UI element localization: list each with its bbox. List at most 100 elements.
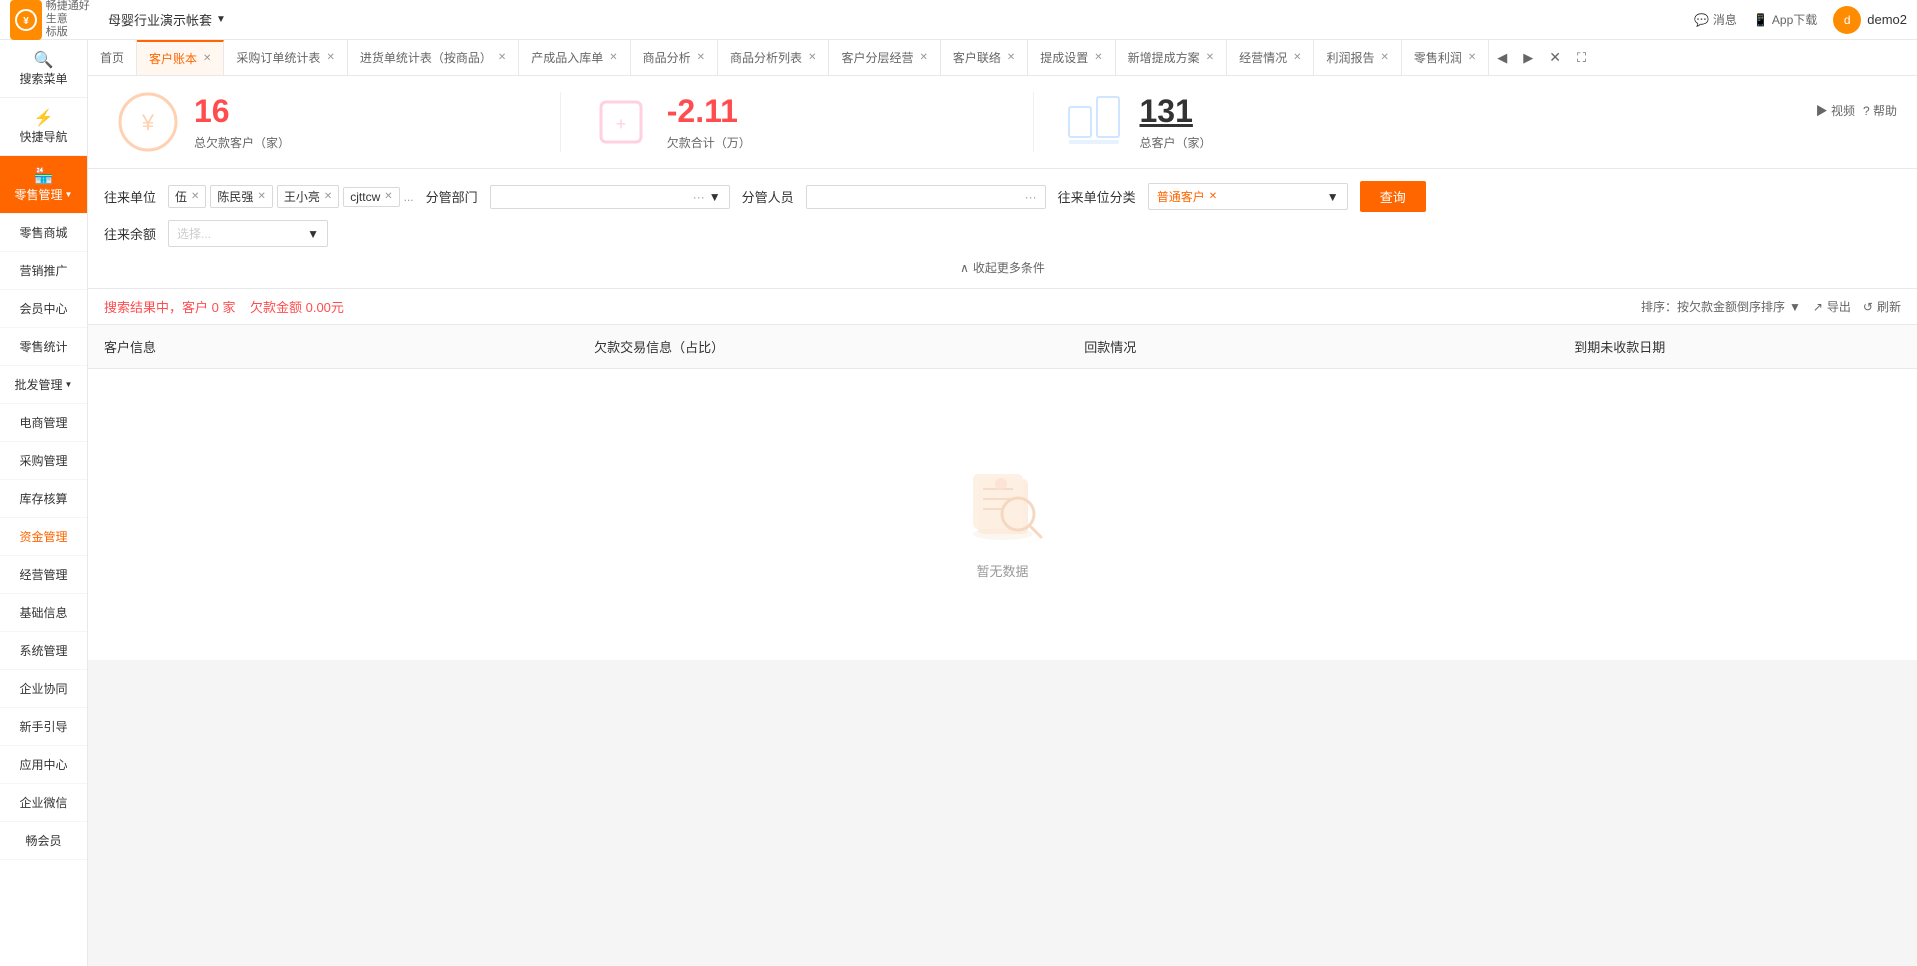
tab-product-analysis[interactable]: 商品分析 ✕ [631, 40, 718, 76]
tag-close-chenminqiang[interactable]: ✕ [257, 191, 265, 202]
avatar: d [1833, 6, 1861, 34]
sidebar-item-retail-mgmt[interactable]: 🏪 零售管理 ▼ [0, 156, 87, 214]
tab-product-analysis-list[interactable]: 商品分析列表 ✕ [718, 40, 829, 76]
chevron-down-icon-remainder: ▼ [307, 227, 319, 241]
tab-close-customer-contact[interactable]: ✕ [1007, 52, 1015, 63]
total-debt-amount-label: 欠款合计（万） [667, 134, 751, 151]
filter-area: 往来单位 伍 ✕ 陈民强 ✕ 王小亮 [88, 169, 1917, 289]
tab-home[interactable]: 首页 [88, 40, 137, 76]
video-help-btn[interactable]: ▶ 视频 [1816, 102, 1855, 119]
sidebar-item-capital-mgmt[interactable]: 资金管理 [0, 518, 87, 556]
tab-close-product-inbound[interactable]: ✕ [609, 52, 617, 63]
tab-commission-settings[interactable]: 提成设置 ✕ [1028, 40, 1115, 76]
filter-select-person[interactable]: ··· [806, 185, 1046, 209]
sidebar-item-search-menu[interactable]: 🔍 搜索菜单 [0, 40, 87, 98]
tab-close-product-analysis[interactable]: ✕ [697, 52, 705, 63]
sidebar-item-inventory[interactable]: 库存核算 [0, 480, 87, 518]
sort-selector[interactable]: 排序：按欠款金额倒序排序 ▼ [1641, 298, 1801, 315]
tag-close-classify[interactable]: ✕ [1209, 191, 1217, 202]
filter-select-remainder[interactable]: 选择... ▼ [168, 220, 328, 247]
tag-unit-wangxiaoliang[interactable]: 王小亮 ✕ [277, 185, 339, 208]
help-btn[interactable]: ? 帮助 [1863, 102, 1897, 119]
col-header-payment: 回款情况 [1084, 337, 1574, 356]
chevron-down-icon: ▼ [709, 190, 721, 204]
tag-close-wu[interactable]: ✕ [191, 191, 199, 202]
sidebar-item-enterprise-coop[interactable]: 企业协同 [0, 670, 87, 708]
export-icon: ↗ [1813, 300, 1823, 314]
tab-close-new-commission-plan[interactable]: ✕ [1206, 52, 1214, 63]
total-customers-value[interactable]: 131 [1140, 93, 1212, 130]
refresh-btn[interactable]: ↺ 刷新 [1863, 298, 1901, 315]
tag-classify-selected[interactable]: 普通客户 ✕ [1157, 188, 1217, 205]
svg-text:¥: ¥ [141, 110, 155, 135]
sidebar-item-marketing[interactable]: 营销推广 [0, 252, 87, 290]
tab-close-goods-inbound-stats[interactable]: ✕ [498, 52, 506, 63]
tab-close-customer-account[interactable]: ✕ [203, 53, 211, 64]
tab-fullscreen[interactable]: ⛶ [1569, 50, 1594, 66]
sidebar-item-vip-member[interactable]: 畅会员 [0, 822, 87, 860]
sidebar-item-wholesale-mgmt[interactable]: 批发管理 ▼ [0, 366, 87, 404]
refresh-icon: ↺ [1863, 300, 1873, 314]
tab-close-purchase-order-stats[interactable]: ✕ [326, 52, 334, 63]
tag-more-btn[interactable]: ... [404, 190, 414, 204]
total-debt-customers-value: 16 [194, 93, 290, 130]
filter-select-dept[interactable]: ··· ▼ [490, 185, 730, 209]
card-icon-total-customers [1064, 92, 1124, 152]
tab-profit-report[interactable]: 利润报告 ✕ [1314, 40, 1401, 76]
sidebar-item-member-center[interactable]: 会员中心 [0, 290, 87, 328]
more-icon-person: ··· [1025, 190, 1037, 204]
card-icon-debt: + [591, 92, 651, 152]
sidebar-item-new-guide[interactable]: 新手引导 [0, 708, 87, 746]
sidebar-item-business-mgmt[interactable]: 经营管理 [0, 556, 87, 594]
industry-selector[interactable]: 母婴行业演示帐套 ▼ [108, 10, 226, 29]
query-button[interactable]: 查询 [1360, 181, 1426, 212]
tab-business-situation[interactable]: 经营情况 ✕ [1227, 40, 1314, 76]
result-info: 搜索结果中，客户 0 家 欠款金额 0.00元 [104, 297, 344, 316]
sidebar-item-purchase-mgmt[interactable]: 采购管理 [0, 442, 87, 480]
sidebar-item-system-mgmt[interactable]: 系统管理 [0, 632, 87, 670]
video-icon: ▶ [1816, 104, 1828, 118]
sidebar-item-enterprise-wechat[interactable]: 企业微信 [0, 784, 87, 822]
tab-close-profit-report[interactable]: ✕ [1381, 52, 1389, 63]
tab-close-all[interactable]: ✕ [1541, 49, 1569, 66]
sidebar-item-basic-info[interactable]: 基础信息 [0, 594, 87, 632]
chevron-down-icon: ▼ [216, 14, 226, 25]
chevron-icon: ▼ [65, 190, 73, 199]
sidebar-item-quick-nav[interactable]: ⚡ 快捷导航 [0, 98, 87, 156]
tag-unit-chenminqiang[interactable]: 陈民强 ✕ [210, 185, 272, 208]
tab-close-retail-profit[interactable]: ✕ [1468, 52, 1476, 63]
collapse-btn[interactable]: ∧ 收起更多条件 [960, 259, 1045, 276]
tab-product-inbound[interactable]: 产成品入库单 ✕ [519, 40, 630, 76]
tab-customer-account[interactable]: 客户账本 ✕ [137, 40, 224, 76]
sidebar-item-retail-stats[interactable]: 零售统计 [0, 328, 87, 366]
download-icon: 📱 [1753, 13, 1768, 27]
tab-scroll-left[interactable]: ◀ [1489, 50, 1515, 66]
sidebar-item-ecommerce-mgmt[interactable]: 电商管理 [0, 404, 87, 442]
filter-select-classify[interactable]: 普通客户 ✕ ▼ [1148, 183, 1348, 210]
sidebar-item-app-center[interactable]: 应用中心 [0, 746, 87, 784]
message-btn[interactable]: 💬 消息 [1694, 11, 1737, 28]
tag-close-wangxiaoliang[interactable]: ✕ [324, 191, 332, 202]
tab-close-customer-tier[interactable]: ✕ [919, 52, 927, 63]
tag-unit-wu[interactable]: 伍 ✕ [168, 185, 206, 208]
tag-unit-cjttcw[interactable]: cjttcw ✕ [343, 187, 399, 207]
tab-new-commission-plan[interactable]: 新增提成方案 ✕ [1116, 40, 1227, 76]
tab-goods-inbound-stats[interactable]: 进货单统计表（按商品） ✕ [348, 40, 519, 76]
tab-close-business-situation[interactable]: ✕ [1293, 52, 1301, 63]
export-btn[interactable]: ↗ 导出 [1813, 298, 1851, 315]
tab-purchase-order-stats[interactable]: 采购订单统计表 ✕ [224, 40, 347, 76]
tab-close-commission-settings[interactable]: ✕ [1094, 52, 1102, 63]
tag-close-cjttcw[interactable]: ✕ [384, 191, 392, 202]
user-area[interactable]: d demo2 [1833, 6, 1907, 34]
sidebar-item-retail-mall[interactable]: 零售商城 [0, 214, 87, 252]
tab-customer-contact[interactable]: 客户联络 ✕ [941, 40, 1028, 76]
app-download-btn[interactable]: 📱 App下载 [1753, 11, 1817, 28]
tab-close-product-analysis-list[interactable]: ✕ [808, 52, 816, 63]
card-icon-customers: ¥ [118, 92, 178, 152]
empty-text: 暂无数据 [976, 561, 1028, 580]
total-debt-customers-label: 总欠款客户（家） [194, 134, 290, 151]
tab-scroll-right[interactable]: ▶ [1515, 50, 1541, 66]
tab-customer-tier[interactable]: 客户分层经营 ✕ [829, 40, 940, 76]
tab-retail-profit[interactable]: 零售利润 ✕ [1402, 40, 1489, 76]
result-bar: 搜索结果中，客户 0 家 欠款金额 0.00元 排序：按欠款金额倒序排序 ▼ [88, 289, 1917, 325]
